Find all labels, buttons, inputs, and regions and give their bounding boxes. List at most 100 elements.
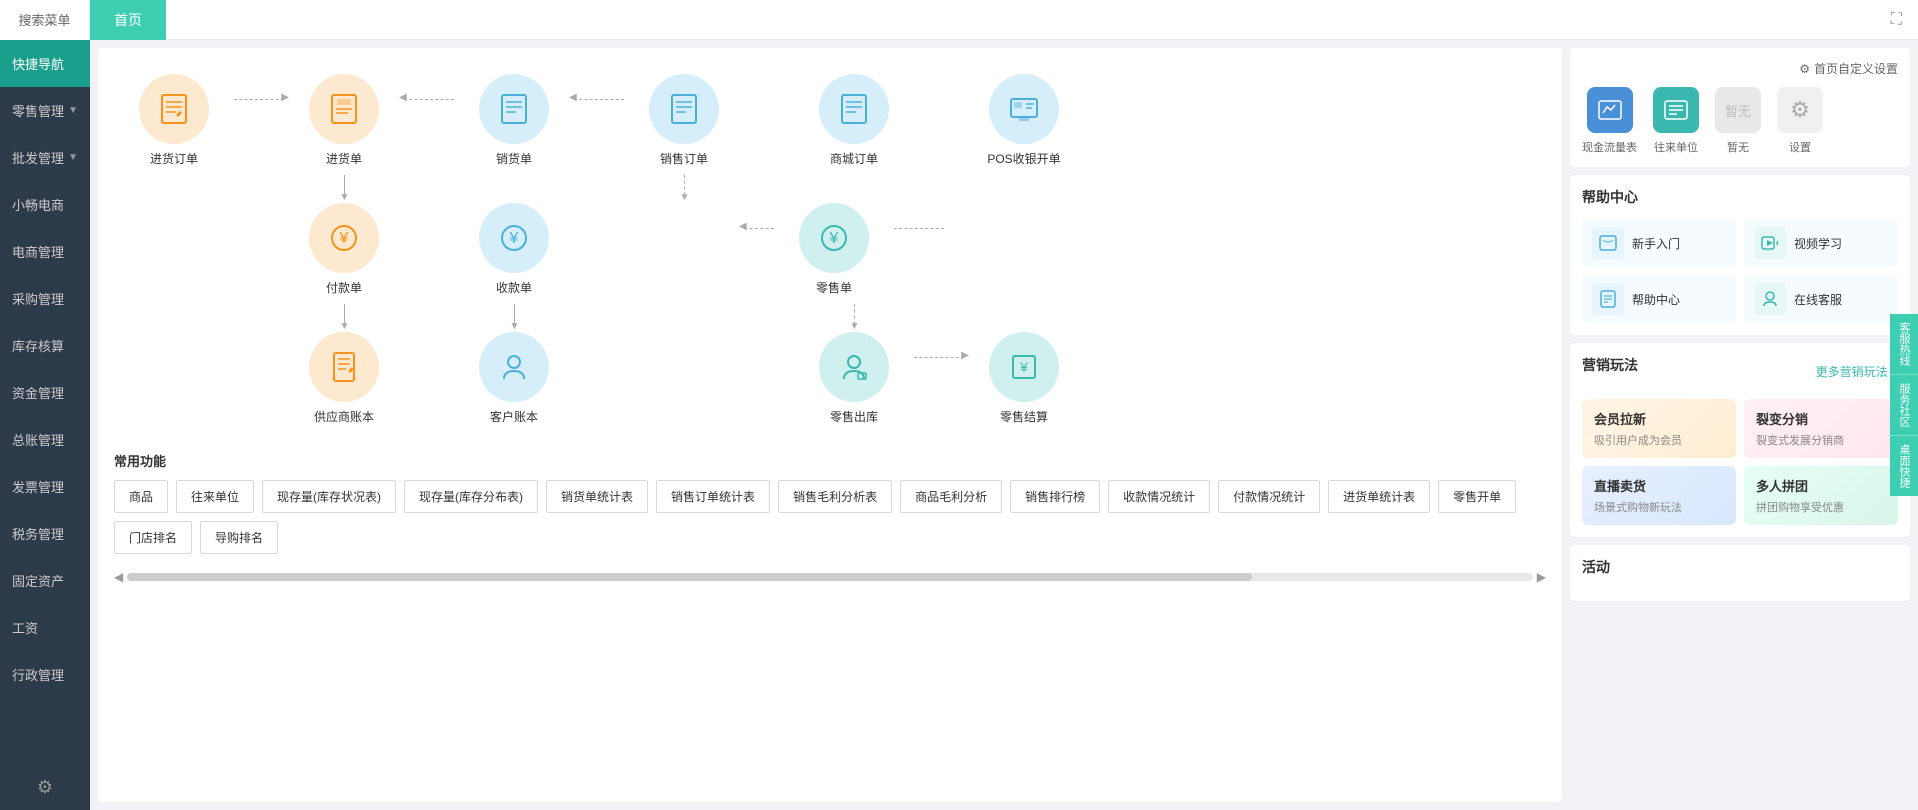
quick-icon-contacts-label: 往来单位 bbox=[1654, 139, 1698, 155]
function-buttons-grid: 商品 往来单位 现存量(库存状况表) 现存量(库存分布表) 销货单统计表 销售订… bbox=[114, 480, 1546, 554]
marketing-item-member[interactable]: 会员拉新 吸引用户成为会员 bbox=[1582, 399, 1736, 458]
float-btn-hotline[interactable]: 客服热线 bbox=[1890, 314, 1918, 375]
func-btn-sales-profit[interactable]: 销售毛利分析表 bbox=[778, 480, 892, 513]
sidebar-item-admin[interactable]: 行政管理 bbox=[0, 651, 90, 698]
main-content-panel: 进货订单 ▶ 进货单 bbox=[98, 48, 1562, 802]
sidebar: 快捷导航 零售管理 ▼ 批发管理 ▼ 小畅电商 电商管理 采购管理 库存核算 资… bbox=[0, 40, 90, 810]
marketing-item-live[interactable]: 直播卖货 场景式购物新玩法 bbox=[1582, 466, 1736, 525]
func-btn-sales-stat[interactable]: 销货单统计表 bbox=[546, 480, 648, 513]
quick-access-section: ⚙ 首页自定义设置 现金流量表 bbox=[1570, 48, 1910, 167]
float-btn-desktop[interactable]: 桌面快捷 bbox=[1890, 436, 1918, 496]
node-customer-account[interactable] bbox=[479, 332, 549, 402]
sidebar-item-general-ledger[interactable]: 总账管理 bbox=[0, 416, 90, 463]
common-functions-title: 常用功能 bbox=[114, 451, 1546, 470]
horizontal-scrollbar[interactable]: ◀ ▶ bbox=[114, 570, 1546, 584]
sidebar-item-wholesale[interactable]: 批发管理 ▼ bbox=[0, 134, 90, 181]
func-btn-stock-dist[interactable]: 现存量(库存分布表) bbox=[404, 480, 538, 513]
sidebar-item-label: 总账管理 bbox=[12, 430, 64, 449]
float-buttons: 客服热线 服务社区 桌面快捷 bbox=[1890, 314, 1918, 496]
marketing-header: 营销玩法 更多营销玩法 > bbox=[1582, 355, 1898, 387]
func-btn-retail-order[interactable]: 零售开单 bbox=[1438, 480, 1516, 513]
node-purchase-bill[interactable] bbox=[309, 74, 379, 144]
node-supplier-account[interactable] bbox=[309, 332, 379, 402]
node-retail-settlement[interactable]: ¥ bbox=[989, 332, 1059, 402]
func-btn-store-rank[interactable]: 门店排名 bbox=[114, 521, 192, 554]
quick-icon-empty[interactable]: 暂无 暂无 bbox=[1715, 87, 1761, 155]
help-center-title: 帮助中心 bbox=[1582, 187, 1898, 207]
contacts-icon-box bbox=[1653, 87, 1699, 133]
marketing-section: 营销玩法 更多营销玩法 > 会员拉新 吸引用户成为会员 裂变分销 裂变式发展分销… bbox=[1570, 343, 1910, 537]
func-btn-sales-rank[interactable]: 销售排行榜 bbox=[1010, 480, 1100, 513]
group-title: 多人拼团 bbox=[1756, 476, 1886, 495]
sidebar-item-invoice[interactable]: 发票管理 bbox=[0, 463, 90, 510]
search-menu[interactable]: 搜索菜单 bbox=[0, 0, 90, 40]
func-btn-goods-profit[interactable]: 商品毛利分析 bbox=[900, 480, 1002, 513]
node-retail-bill[interactable]: ¥ bbox=[799, 203, 869, 273]
node-receipt-bill[interactable]: ¥ bbox=[479, 203, 549, 273]
node-pos-cashier[interactable] bbox=[989, 74, 1059, 144]
online-service-label: 在线客服 bbox=[1794, 291, 1842, 308]
sidebar-item-fixed-assets[interactable]: 固定资产 bbox=[0, 557, 90, 604]
node-retail-bill-label: 零售单 bbox=[816, 279, 852, 296]
func-btn-goods[interactable]: 商品 bbox=[114, 480, 168, 513]
sidebar-item-label: 库存核算 bbox=[12, 336, 64, 355]
float-btn-community[interactable]: 服务社区 bbox=[1890, 375, 1918, 436]
sidebar-item-label: 电商管理 bbox=[12, 242, 64, 261]
scroll-left-arrow[interactable]: ◀ bbox=[114, 570, 123, 584]
help-item-helpcenter[interactable]: 帮助中心 bbox=[1582, 275, 1736, 323]
node-mall-order[interactable] bbox=[819, 74, 889, 144]
online-service-icon bbox=[1754, 283, 1786, 315]
func-btn-order-stat[interactable]: 销售订单统计表 bbox=[656, 480, 770, 513]
sidebar-item-ecommerce[interactable]: 电商管理 bbox=[0, 228, 90, 275]
fullscreen-button[interactable]: ⛶ bbox=[1891, 11, 1902, 29]
customize-homepage-button[interactable]: ⚙ 首页自定义设置 bbox=[1799, 60, 1898, 77]
live-title: 直播卖货 bbox=[1594, 476, 1724, 495]
node-sales-bill[interactable] bbox=[479, 74, 549, 144]
node-purchase-order-label: 进货订单 bbox=[150, 150, 198, 167]
customize-label: 首页自定义设置 bbox=[1814, 60, 1898, 77]
fission-title: 裂变分销 bbox=[1756, 409, 1886, 428]
sidebar-item-xiaochang[interactable]: 小畅电商 bbox=[0, 181, 90, 228]
chevron-down-icon: ▼ bbox=[68, 152, 78, 163]
more-marketing-link[interactable]: 更多营销玩法 > bbox=[1816, 363, 1898, 380]
help-item-beginner[interactable]: 新手入门 bbox=[1582, 219, 1736, 267]
marketing-item-fission[interactable]: 裂变分销 裂变式发展分销商 bbox=[1744, 399, 1898, 458]
node-mall-order-label: 商城订单 bbox=[830, 150, 878, 167]
quick-icon-cashflow[interactable]: 现金流量表 bbox=[1582, 87, 1637, 155]
func-btn-purchase-stat[interactable]: 进货单统计表 bbox=[1328, 480, 1430, 513]
func-btn-stock-status[interactable]: 现存量(库存状况表) bbox=[262, 480, 396, 513]
sidebar-item-tax[interactable]: 税务管理 bbox=[0, 510, 90, 557]
node-pos-cashier-label: POS收银开单 bbox=[987, 150, 1060, 167]
sidebar-settings-button[interactable]: ⚙ bbox=[0, 765, 90, 810]
help-item-online-service[interactable]: 在线客服 bbox=[1744, 275, 1898, 323]
sidebar-item-label: 发票管理 bbox=[12, 477, 64, 496]
node-purchase-order[interactable] bbox=[139, 74, 209, 144]
sidebar-item-payroll[interactable]: 工资 bbox=[0, 604, 90, 651]
help-item-video[interactable]: 视频学习 bbox=[1744, 219, 1898, 267]
node-payment-bill[interactable]: ¥ bbox=[309, 203, 379, 273]
node-receipt-bill-label: 收款单 bbox=[496, 279, 532, 296]
tab-home[interactable]: 首页 bbox=[90, 0, 166, 40]
node-retail-outbound-label: 零售出库 bbox=[830, 408, 878, 425]
gear-icon: ⚙ bbox=[1799, 62, 1810, 76]
marketing-item-group[interactable]: 多人拼团 拼团购物享受优惠 bbox=[1744, 466, 1898, 525]
quick-icon-contacts[interactable]: 往来单位 bbox=[1653, 87, 1699, 155]
member-title: 会员拉新 bbox=[1594, 409, 1724, 428]
node-supplier-account-label: 供应商账本 bbox=[314, 408, 374, 425]
node-retail-outbound[interactable] bbox=[819, 332, 889, 402]
node-sales-order[interactable] bbox=[649, 74, 719, 144]
sidebar-item-funds[interactable]: 资金管理 bbox=[0, 369, 90, 416]
cashflow-icon-box bbox=[1587, 87, 1633, 133]
sidebar-item-purchase[interactable]: 采购管理 bbox=[0, 275, 90, 322]
func-btn-guide-rank[interactable]: 导购排名 bbox=[200, 521, 278, 554]
sidebar-item-inventory[interactable]: 库存核算 bbox=[0, 322, 90, 369]
func-btn-payment-stat[interactable]: 付款情况统计 bbox=[1218, 480, 1320, 513]
scroll-right-arrow[interactable]: ▶ bbox=[1537, 570, 1546, 584]
gear-icon: ⚙ bbox=[37, 777, 53, 797]
node-customer-account-label: 客户账本 bbox=[490, 408, 538, 425]
func-btn-receipt-stat[interactable]: 收款情况统计 bbox=[1108, 480, 1210, 513]
sidebar-item-retail[interactable]: 零售管理 ▼ bbox=[0, 87, 90, 134]
quick-icon-settings[interactable]: ⚙ 设置 bbox=[1777, 87, 1823, 155]
sidebar-item-quick-nav[interactable]: 快捷导航 bbox=[0, 40, 90, 87]
func-btn-units[interactable]: 往来单位 bbox=[176, 480, 254, 513]
